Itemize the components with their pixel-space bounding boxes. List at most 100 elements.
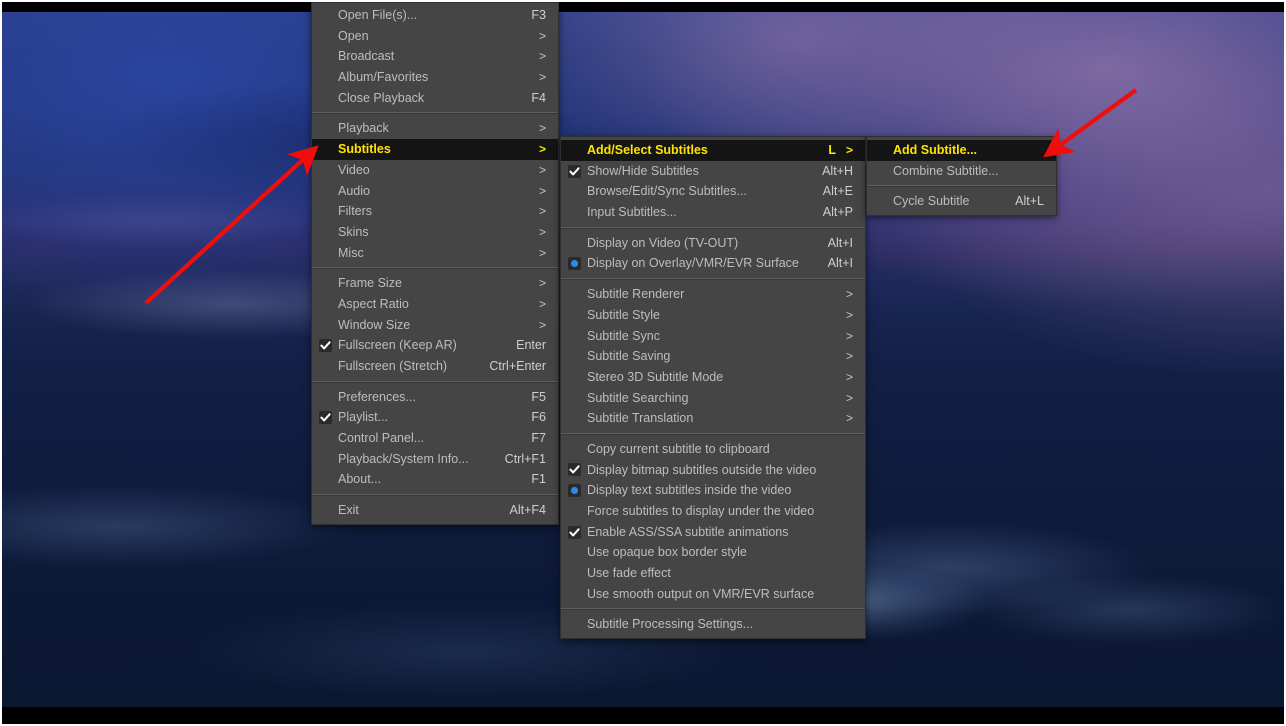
- menu-item-label: Fullscreen (Stretch): [338, 359, 448, 373]
- menu-item-about[interactable]: About... F1: [312, 469, 558, 490]
- menu-item-subtitle-sync[interactable]: Subtitle Sync >: [561, 326, 865, 347]
- menu-item-shortcut: Alt+H: [822, 163, 853, 178]
- menu-item-open-file-s[interactable]: Open File(s)... F3: [312, 5, 558, 26]
- menu-item-mark: [561, 484, 587, 498]
- menu-item-use-opaque-box-border-style[interactable]: Use opaque box border style: [561, 542, 865, 563]
- menu-item-label: Subtitle Renderer: [587, 287, 685, 302]
- submenu-arrow-icon: >: [845, 307, 853, 322]
- menu-separator: [561, 278, 865, 281]
- menu-item-label: Misc: [338, 245, 364, 260]
- menu-item-combine-subtitle[interactable]: Combine Subtitle...: [867, 161, 1056, 182]
- menu-item-label: Add/Select Subtitles: [587, 143, 708, 157]
- menu-item-subtitle-saving[interactable]: Subtitle Saving >: [561, 346, 865, 367]
- menu-item-display-on-video-tv-out[interactable]: Display on Video (TV-OUT) Alt+I: [561, 233, 865, 254]
- menu-item-enable-ass-ssa-subtitle-animations[interactable]: Enable ASS/SSA subtitle animations: [561, 522, 865, 543]
- submenu-arrow-icon: >: [538, 276, 546, 291]
- menu-item-mark: [312, 339, 338, 353]
- menu-item-window-size[interactable]: Window Size >: [312, 315, 558, 336]
- menu-item-shortcut: F7: [531, 431, 546, 446]
- menu-item-browse-edit-sync-subtitles[interactable]: Browse/Edit/Sync Subtitles... Alt+E: [561, 181, 865, 202]
- menu-item-filters[interactable]: Filters >: [312, 201, 558, 222]
- menu-item-control-panel[interactable]: Control Panel... F7: [312, 428, 558, 449]
- submenu-arrow-icon: >: [538, 245, 546, 260]
- menu-item-shortcut: F4: [531, 90, 546, 105]
- menu-item-shortcut: Alt+L: [1015, 194, 1044, 209]
- menu-item-video[interactable]: Video >: [312, 160, 558, 181]
- menu-item-exit[interactable]: Exit Alt+F4: [312, 500, 558, 521]
- menu-item-label: Subtitle Style: [587, 307, 660, 322]
- menu-item-label: Album/Favorites: [338, 70, 429, 85]
- menu-item-audio[interactable]: Audio >: [312, 181, 558, 202]
- menu-item-label: Audio: [338, 183, 370, 198]
- menu-item-stereo-3d-subtitle-mode[interactable]: Stereo 3D Subtitle Mode >: [561, 367, 865, 388]
- menu-item-close-playback[interactable]: Close Playback F4: [312, 88, 558, 109]
- menu-item-label: Display text subtitles inside the video: [587, 483, 792, 498]
- menu-item-shortcut: Ctrl+Enter: [489, 359, 546, 373]
- menu-item-misc[interactable]: Misc >: [312, 243, 558, 264]
- menu-item-display-bitmap-subtitles-outside-the-vid[interactable]: Display bitmap subtitles outside the vid…: [561, 460, 865, 481]
- submenu-arrow-icon: >: [845, 411, 853, 426]
- menu-item-mark: [561, 525, 587, 539]
- letterbox-top: [2, 2, 1284, 12]
- subtitles-submenu[interactable]: Add/Select Subtitles L > Show/Hide Subtitle…: [560, 136, 866, 640]
- menu-item-frame-size[interactable]: Frame Size >: [312, 273, 558, 294]
- menu-item-label: Force subtitles to display under the vid…: [587, 504, 815, 518]
- menu-item-album-favorites[interactable]: Album/Favorites >: [312, 67, 558, 88]
- menu-item-broadcast[interactable]: Broadcast >: [312, 46, 558, 67]
- menu-item-show-hide-subtitles[interactable]: Show/Hide Subtitles Alt+H: [561, 161, 865, 182]
- menu-item-use-fade-effect[interactable]: Use fade effect: [561, 563, 865, 584]
- submenu-arrow-icon: >: [845, 287, 853, 302]
- menu-item-subtitles[interactable]: Subtitles >: [312, 139, 558, 160]
- menu-item-subtitle-translation[interactable]: Subtitle Translation >: [561, 408, 865, 429]
- radio-selected-icon: [567, 484, 581, 498]
- menu-item-label: Subtitle Translation: [587, 411, 694, 426]
- menu-item-use-smooth-output-on-vmr-evr-surface[interactable]: Use smooth output on VMR/EVR surface: [561, 584, 865, 605]
- menu-item-fullscreen-stretch[interactable]: Fullscreen (Stretch) Ctrl+Enter: [312, 356, 558, 377]
- submenu-arrow-icon: >: [538, 162, 546, 177]
- menu-item-subtitle-style[interactable]: Subtitle Style >: [561, 305, 865, 326]
- check-icon: [318, 411, 332, 425]
- submenu-arrow-icon: >: [845, 390, 853, 405]
- check-icon: [567, 164, 581, 178]
- menu-item-playback[interactable]: Playback >: [312, 118, 558, 139]
- menu-item-force-subtitles-to-display-under-the-vid[interactable]: Force subtitles to display under the vid…: [561, 501, 865, 522]
- menu-item-shortcut: Alt+I: [827, 235, 853, 250]
- menu-item-add-subtitle[interactable]: Add Subtitle...: [867, 140, 1056, 161]
- menu-item-skins[interactable]: Skins >: [312, 222, 558, 243]
- menu-item-open[interactable]: Open >: [312, 26, 558, 47]
- menu-item-playlist[interactable]: Playlist... F6: [312, 407, 558, 428]
- menu-item-display-on-overlay-vmr-evr-surface[interactable]: Display on Overlay/VMR/EVR Surface Alt+I: [561, 253, 865, 274]
- main-context-menu[interactable]: Open File(s)... F3 Open > Broadcast > Album/Fa…: [311, 2, 559, 525]
- menu-item-label: Open File(s)...: [338, 8, 418, 22]
- menu-item-label: Show/Hide Subtitles: [587, 163, 699, 178]
- menu-item-playback-system-info[interactable]: Playback/System Info... Ctrl+F1: [312, 449, 558, 470]
- add-select-subtitles-submenu[interactable]: Add Subtitle... Combine Subtitle... Cycle …: [866, 136, 1057, 217]
- menu-item-shortcut: L: [828, 143, 836, 157]
- menu-separator: [561, 432, 865, 435]
- menu-item-label: Stereo 3D Subtitle Mode: [587, 369, 724, 384]
- menu-item-cycle-subtitle[interactable]: Cycle Subtitle Alt+L: [867, 191, 1056, 212]
- menu-item-mark: [312, 411, 338, 425]
- check-icon: [318, 339, 332, 353]
- menu-item-subtitle-searching[interactable]: Subtitle Searching >: [561, 388, 865, 409]
- menu-item-label: Cycle Subtitle: [893, 194, 970, 209]
- check-icon: [567, 525, 581, 539]
- menu-item-input-subtitles[interactable]: Input Subtitles... Alt+P: [561, 202, 865, 223]
- menu-item-label: Video: [338, 162, 370, 177]
- menu-item-shortcut: F3: [531, 8, 546, 22]
- menu-item-subtitle-processing-settings[interactable]: Subtitle Processing Settings...: [561, 614, 865, 635]
- submenu-arrow-icon: >: [538, 28, 546, 43]
- menu-item-label: Subtitle Sync: [587, 328, 660, 343]
- menu-item-preferences[interactable]: Preferences... F5: [312, 387, 558, 408]
- menu-item-copy-current-subtitle-to-clipboard[interactable]: Copy current subtitle to clipboard: [561, 439, 865, 460]
- menu-item-display-text-subtitles-inside-the-video[interactable]: Display text subtitles inside the video: [561, 480, 865, 501]
- menu-item-label: Input Subtitles...: [587, 205, 677, 220]
- menu-item-label: About...: [338, 472, 382, 487]
- menu-item-subtitle-renderer[interactable]: Subtitle Renderer >: [561, 284, 865, 305]
- menu-item-aspect-ratio[interactable]: Aspect Ratio >: [312, 294, 558, 315]
- menu-item-add-select-subtitles[interactable]: Add/Select Subtitles L >: [561, 140, 865, 161]
- menu-item-label: Frame Size: [338, 276, 402, 291]
- menu-item-fullscreen-keep-ar[interactable]: Fullscreen (Keep AR) Enter: [312, 335, 558, 356]
- menu-separator: [312, 267, 558, 270]
- menu-item-mark: [561, 164, 587, 178]
